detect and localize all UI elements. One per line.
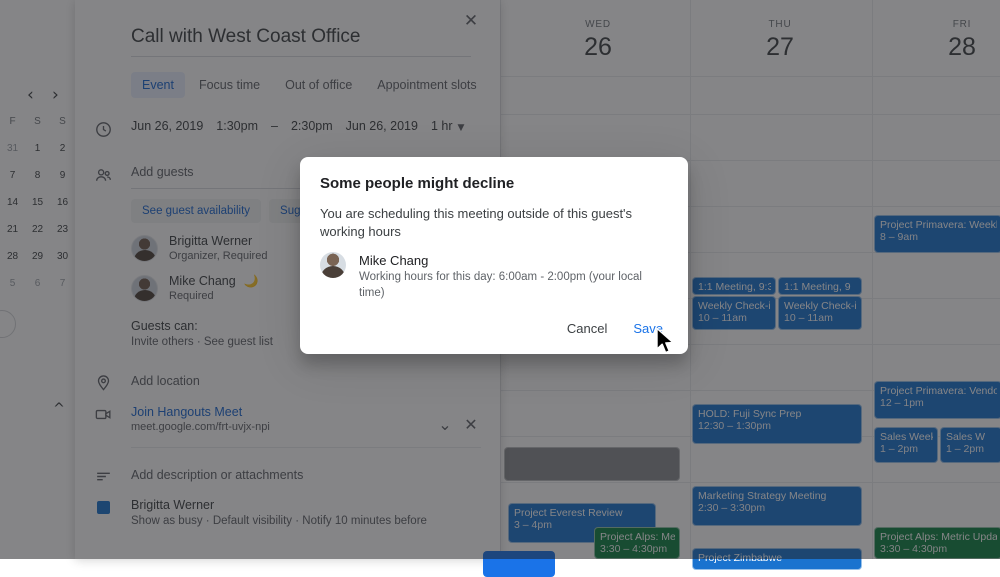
save-button[interactable]: Save xyxy=(622,313,674,344)
decline-warning-dialog: Some people might decline You are schedu… xyxy=(300,157,688,354)
dialog-guest-name: Mike Chang xyxy=(359,253,429,268)
dialog-guest-info: Mike Chang Working hours for this day: 6… xyxy=(320,252,660,301)
avatar xyxy=(320,252,346,278)
dialog-guest-working-hours: Working hours for this day: 6:00am - 2:0… xyxy=(359,271,642,299)
cancel-button[interactable]: Cancel xyxy=(556,313,618,344)
dialog-body-text: You are scheduling this meeting outside … xyxy=(320,206,633,239)
dialog-actions: Cancel Save xyxy=(556,313,674,344)
dialog-title: Some people might decline xyxy=(320,175,515,192)
calendar-app: ‹ › FSS3112789141516212223282930567 ^ WE… xyxy=(0,0,1000,577)
